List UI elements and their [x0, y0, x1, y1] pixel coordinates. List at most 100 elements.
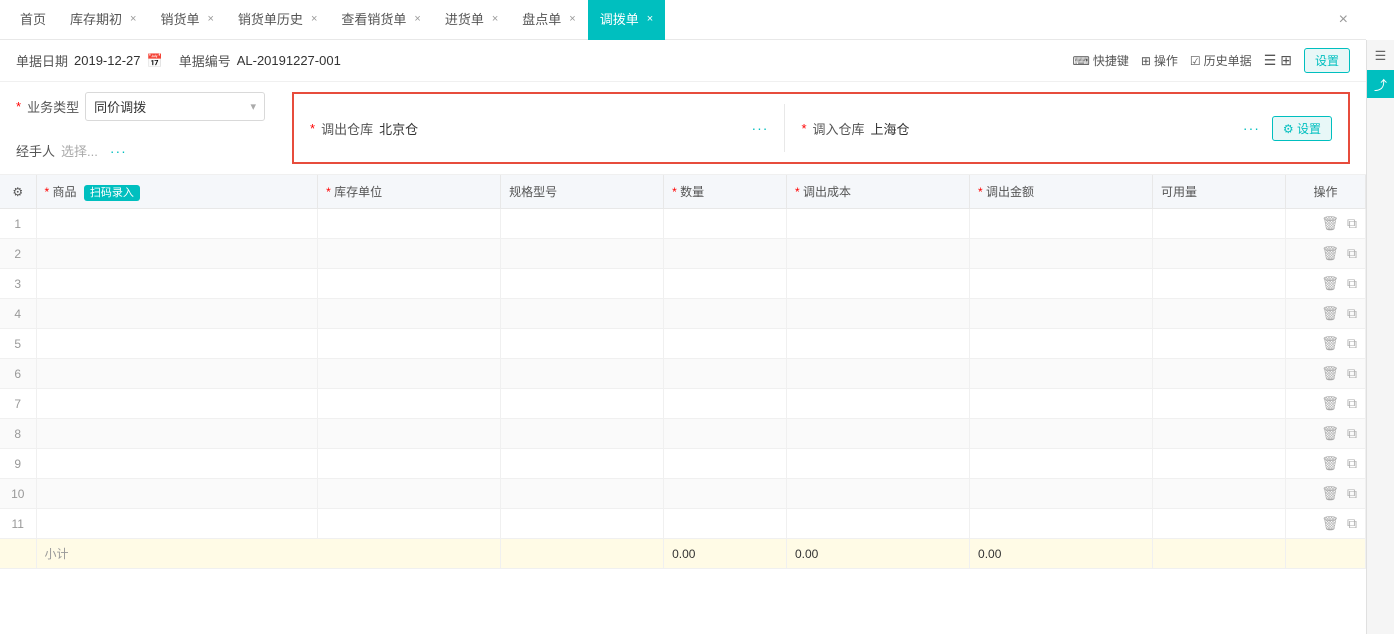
subtotal-cost: 0.00 [786, 539, 969, 569]
delete-icon[interactable]: 🗑 [1321, 425, 1339, 442]
tab-sales-history[interactable]: 销货单历史 × [226, 0, 329, 40]
row-num: 2 [0, 239, 36, 269]
row-product[interactable] [36, 479, 318, 509]
col-cost: * 调出成本 [786, 175, 969, 209]
delete-icon[interactable]: 🗑 [1321, 245, 1339, 262]
col-qty: * 数量 [664, 175, 787, 209]
tab-close-sales-history[interactable]: × [311, 13, 317, 25]
copy-icon[interactable]: ⧉ [1347, 275, 1357, 292]
tab-view-sales[interactable]: 查看销货单 × [329, 0, 432, 40]
copy-icon[interactable]: ⧉ [1347, 425, 1357, 442]
row-num: 7 [0, 389, 36, 419]
row-product[interactable] [36, 509, 318, 539]
layout-icon-2[interactable]: ⊞ [1280, 52, 1292, 69]
tab-home[interactable]: 首页 [8, 0, 58, 40]
col-spec: 规格型号 [501, 175, 664, 209]
row-product[interactable] [36, 329, 318, 359]
row-num: 3 [0, 269, 36, 299]
delete-icon[interactable]: 🗑 [1321, 305, 1339, 322]
copy-icon[interactable]: ⧉ [1347, 245, 1357, 262]
warehouse-in-more-icon[interactable]: ··· [1243, 120, 1260, 136]
row-available [1153, 329, 1286, 359]
delete-icon[interactable]: 🗑 [1321, 275, 1339, 292]
row-amount [970, 299, 1153, 329]
scan-button[interactable]: 扫码录入 [84, 185, 140, 201]
row-amount [970, 509, 1153, 539]
delete-icon[interactable]: 🗑 [1321, 215, 1339, 232]
delete-icon[interactable]: 🗑 [1321, 365, 1339, 382]
row-amount [970, 329, 1153, 359]
delete-icon[interactable]: 🗑 [1321, 515, 1339, 532]
ops-button[interactable]: ⊞ 操作 [1141, 52, 1178, 69]
row-unit [318, 329, 501, 359]
row-available [1153, 389, 1286, 419]
copy-icon[interactable]: ⧉ [1347, 365, 1357, 382]
toolbar-row: 单据日期 2019-12-27 📅 单据编号 AL-20191227-001 ⌨… [0, 40, 1366, 82]
row-product[interactable] [36, 209, 318, 239]
tab-sales-order[interactable]: 销货单 × [148, 0, 225, 40]
business-type-select[interactable]: 同价调拨 ▾ [85, 92, 265, 121]
copy-icon[interactable]: ⧉ [1347, 335, 1357, 352]
copy-icon[interactable]: ⧉ [1347, 485, 1357, 502]
row-num: 8 [0, 419, 36, 449]
row-ops: 🗑 ⧉ [1286, 359, 1366, 389]
settings-button[interactable]: 设置 [1304, 48, 1350, 73]
row-unit [318, 509, 501, 539]
tab-close-purchase-order[interactable]: × [492, 13, 498, 25]
tab-close-inventory-init[interactable]: × [130, 13, 136, 25]
row-spec [501, 329, 664, 359]
tab-purchase-order[interactable]: 进货单 × [433, 0, 510, 40]
handler-more-icon[interactable]: ··· [110, 143, 127, 159]
tab-transfer-order[interactable]: 调拨单 × [588, 0, 665, 40]
layout-icon-1[interactable]: ☰ [1264, 52, 1277, 69]
row-unit [318, 389, 501, 419]
calendar-icon[interactable]: 📅 [147, 53, 163, 69]
delete-icon[interactable]: 🗑 [1321, 455, 1339, 472]
copy-icon[interactable]: ⧉ [1347, 395, 1357, 412]
tab-inventory-init[interactable]: 库存期初 × [58, 0, 148, 40]
shortcut-button[interactable]: ⌨ 快捷键 [1072, 52, 1128, 69]
tab-bar: 首页 库存期初 × 销货单 × 销货单历史 × 查看销货单 × 进货单 × 盘点… [0, 0, 1366, 40]
tab-close-view-sales[interactable]: × [414, 13, 420, 25]
row-unit [318, 209, 501, 239]
row-unit [318, 359, 501, 389]
handler-label: 经手人 [16, 141, 55, 160]
row-spec [501, 209, 664, 239]
row-num: 4 [0, 299, 36, 329]
copy-icon[interactable]: ⧉ [1347, 305, 1357, 322]
copy-icon[interactable]: ⧉ [1347, 455, 1357, 472]
table-row: 10 🗑 ⧉ [0, 479, 1366, 509]
row-ops: 🗑 ⧉ [1286, 419, 1366, 449]
row-product[interactable] [36, 239, 318, 269]
row-ops: 🗑 ⧉ [1286, 389, 1366, 419]
row-product[interactable] [36, 419, 318, 449]
copy-icon[interactable]: ⧉ [1347, 515, 1357, 532]
sidebar-export-icon[interactable]: ⤴ [1367, 70, 1394, 98]
tab-close-transfer-order[interactable]: × [647, 13, 653, 25]
row-cost [786, 239, 969, 269]
row-product[interactable] [36, 299, 318, 329]
row-product[interactable] [36, 359, 318, 389]
row-product[interactable] [36, 269, 318, 299]
delete-icon[interactable]: 🗑 [1321, 485, 1339, 502]
tab-inventory-check[interactable]: 盘点单 × [510, 0, 587, 40]
history-button[interactable]: ☑ 历史单据 [1190, 52, 1252, 69]
delete-icon[interactable]: 🗑 [1321, 335, 1339, 352]
tab-close-inventory-check[interactable]: × [569, 13, 575, 25]
copy-icon[interactable]: ⧉ [1347, 215, 1357, 232]
business-type-row: * 业务类型 同价调拨 ▾ [16, 92, 276, 121]
handler-select[interactable]: 选择... [61, 141, 98, 160]
row-qty [664, 389, 787, 419]
row-cost [786, 359, 969, 389]
sidebar-list-icon[interactable]: ☰ [1369, 44, 1393, 68]
row-product[interactable] [36, 449, 318, 479]
tab-close-sales-order[interactable]: × [207, 13, 213, 25]
row-spec [501, 449, 664, 479]
row-unit [318, 269, 501, 299]
warehouse-settings-button[interactable]: ⚙ 设置 [1272, 116, 1332, 141]
subtotal-row: 小计 0.00 0.00 0.00 [0, 539, 1366, 569]
warehouse-out-more-icon[interactable]: ··· [751, 120, 768, 136]
row-product[interactable] [36, 389, 318, 419]
window-close-button[interactable]: × [1329, 11, 1358, 29]
delete-icon[interactable]: 🗑 [1321, 395, 1339, 412]
